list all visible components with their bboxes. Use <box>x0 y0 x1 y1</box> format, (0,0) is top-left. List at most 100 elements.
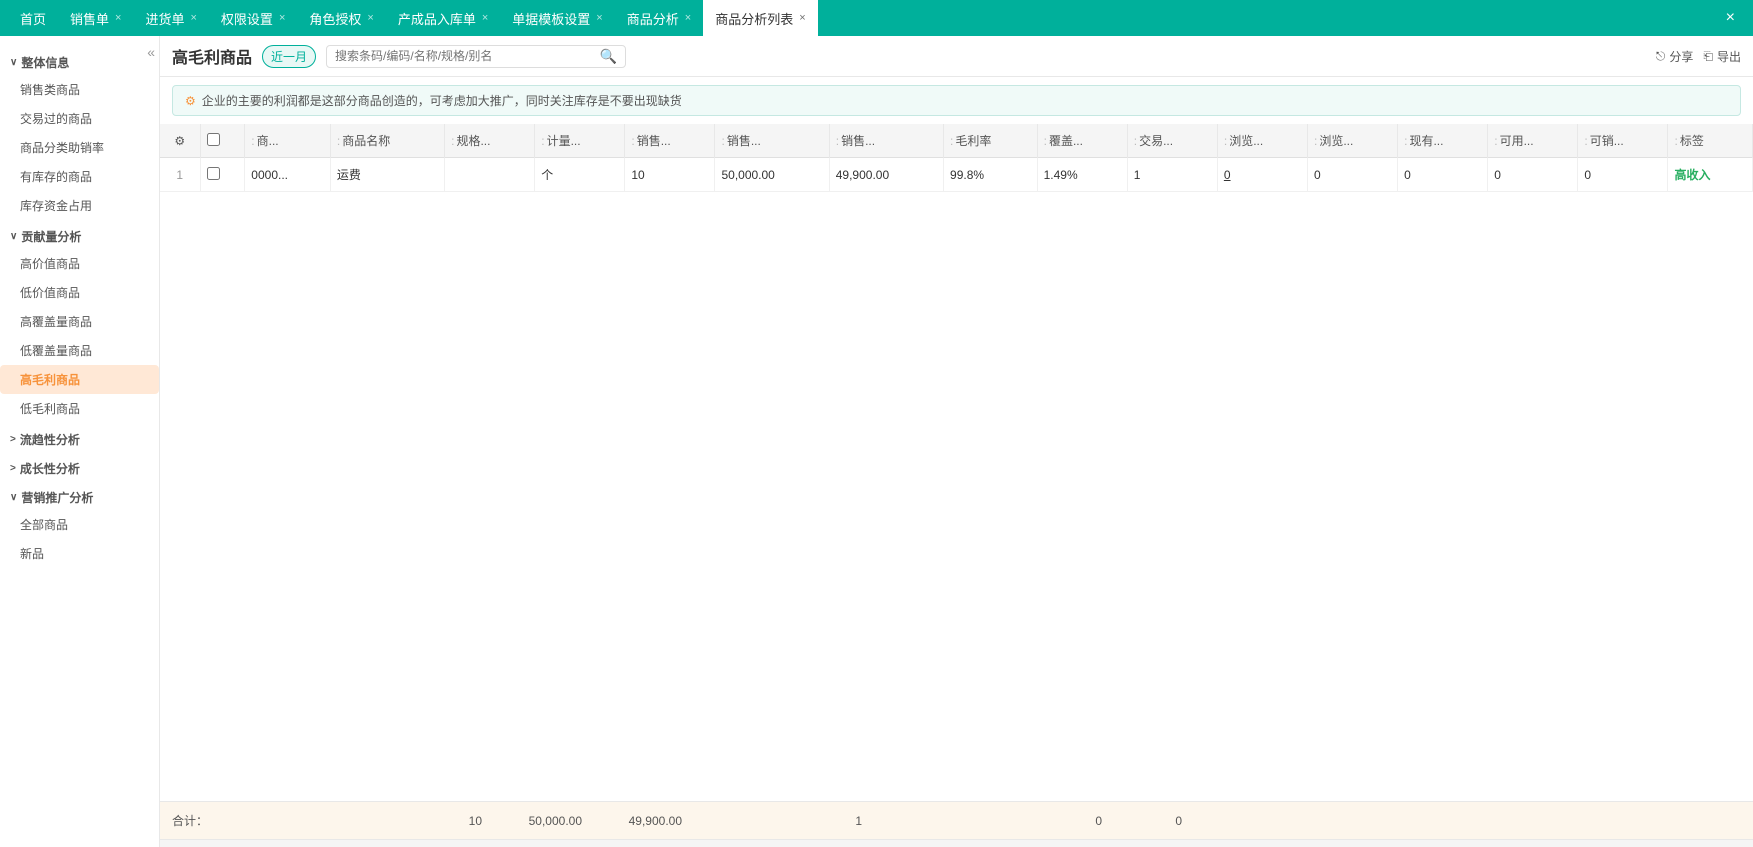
sidebar-section-整体信息[interactable]: ∨整体信息 <box>0 46 159 75</box>
search-icon[interactable]: 🔍 <box>600 48 617 65</box>
sidebar-item-高价值商品[interactable]: 高价值商品 <box>0 249 159 278</box>
sidebar-item-有库存的商品[interactable]: 有库存的商品 <box>0 162 159 191</box>
section-arrow-icon: ∨ <box>10 492 17 503</box>
content-area: 高毛利商品 近一月 🔍 ⎋ 分享 ⎗ 导出 ⚙ 企业的主要的利润都是这部分商品创… <box>160 36 1753 847</box>
sidebar-item-全部商品[interactable]: 全部商品 <box>0 510 159 539</box>
settings-icon[interactable]: ⚙ <box>174 134 185 148</box>
share-btn[interactable]: ⎋ 分享 <box>1656 48 1694 65</box>
search-input[interactable] <box>335 49 600 63</box>
col-header-available[interactable]: :可用... <box>1488 124 1578 158</box>
section-arrow-icon: ∨ <box>10 57 17 68</box>
col-header-browse2[interactable]: :浏览... <box>1307 124 1397 158</box>
table-header: ⚙:商...:商品名称:规格...:计量...:销售...:销售...:销售..… <box>160 124 1753 158</box>
cell-browse1[interactable]: 0 <box>1217 158 1307 192</box>
col-header-num[interactable]: ⚙ <box>160 124 200 158</box>
nav-item-商品分析[interactable]: 商品分析× <box>615 0 703 36</box>
cell-available: 0 <box>1488 158 1578 192</box>
row-checkbox[interactable] <box>207 167 220 180</box>
col-header-name[interactable]: :商品名称 <box>330 124 444 158</box>
header-actions: ⎋ 分享 ⎗ 导出 <box>1656 48 1741 65</box>
footer-totals: 合计： 10 50,000.00 49,900.00 1 0 0 <box>160 801 1753 839</box>
close-tab-icon[interactable]: × <box>596 12 602 24</box>
close-tab-icon[interactable]: × <box>190 12 196 24</box>
footer-sales-amt: 50,000.00 <box>488 814 588 828</box>
footer-trade: 1 <box>788 814 868 828</box>
nav-item-销售单[interactable]: 销售单× <box>58 0 133 36</box>
footer-sales-qty: 10 <box>428 814 488 828</box>
nav-item-首页[interactable]: 首页 <box>8 0 58 36</box>
nav-item-产成品入库单[interactable]: 产成品入库单× <box>386 0 500 36</box>
col-sep-icon: : <box>950 134 953 148</box>
close-tab-icon[interactable]: × <box>279 12 285 24</box>
cell-num: 1 <box>160 158 200 192</box>
bottom-scrollbar[interactable] <box>160 839 1753 847</box>
sidebar-item-销售类商品[interactable]: 销售类商品 <box>0 75 159 104</box>
sidebar-item-低价值商品[interactable]: 低价值商品 <box>0 278 159 307</box>
close-tab-icon[interactable]: × <box>799 12 805 24</box>
cell-saleable: 0 <box>1578 158 1668 192</box>
col-header-code[interactable]: :商... <box>245 124 331 158</box>
nav-item-角色授权[interactable]: 角色授权× <box>297 0 385 36</box>
sidebar-section-营销推广分析[interactable]: ∨营销推广分析 <box>0 481 159 510</box>
col-header-current[interactable]: :现有... <box>1398 124 1488 158</box>
close-tab-icon[interactable]: × <box>685 12 691 24</box>
data-table: ⚙:商...:商品名称:规格...:计量...:销售...:销售...:销售..… <box>160 124 1753 192</box>
sidebar-item-商品分类助销率[interactable]: 商品分类助销率 <box>0 133 159 162</box>
nav-item-商品分析列表[interactable]: 商品分析列表× <box>703 0 817 36</box>
browse-link[interactable]: 0 <box>1224 168 1231 182</box>
col-header-sales_profit[interactable]: :销售... <box>829 124 943 158</box>
col-header-trade[interactable]: :交易... <box>1127 124 1217 158</box>
sidebar-item-新品[interactable]: 新品 <box>0 539 159 568</box>
cell-trade: 1 <box>1127 158 1217 192</box>
sidebar-section-流趋性分析[interactable]: >流趋性分析 <box>0 423 159 452</box>
col-header-saleable[interactable]: :可销... <box>1578 124 1668 158</box>
sidebar-item-低覆盖量商品[interactable]: 低覆盖量商品 <box>0 336 159 365</box>
sidebar-collapse-btn[interactable]: « <box>147 44 155 60</box>
close-tab-icon[interactable]: × <box>482 12 488 24</box>
select-all-checkbox[interactable] <box>207 133 220 146</box>
export-btn[interactable]: ⎗ 导出 <box>1703 48 1741 65</box>
table-body: 10000...运费个1050,000.0049,900.0099.8%1.49… <box>160 158 1753 192</box>
cell-code[interactable]: 0000... <box>245 158 331 192</box>
col-sep-icon: : <box>1494 134 1497 148</box>
col-header-sales_amt[interactable]: :销售... <box>715 124 829 158</box>
col-sep-icon: : <box>451 134 454 148</box>
cell-margin_rate: 99.8% <box>944 158 1038 192</box>
close-all-tabs[interactable]: × <box>1716 9 1745 27</box>
cell-sales_amt: 50,000.00 <box>715 158 829 192</box>
col-header-coverage[interactable]: :覆盖... <box>1037 124 1127 158</box>
sidebar-item-交易过的商品[interactable]: 交易过的商品 <box>0 104 159 133</box>
col-header-check[interactable] <box>200 124 245 158</box>
col-header-margin_rate[interactable]: :毛利率 <box>944 124 1038 158</box>
col-sep-icon: : <box>337 134 340 148</box>
col-header-spec[interactable]: :规格... <box>445 124 535 158</box>
close-tab-icon[interactable]: × <box>367 12 373 24</box>
nav-item-进货单[interactable]: 进货单× <box>133 0 208 36</box>
col-header-unit[interactable]: :计量... <box>535 124 625 158</box>
sidebar-item-高毛利商品[interactable]: 高毛利商品 <box>0 365 159 394</box>
col-header-tag[interactable]: :标签 <box>1668 124 1753 158</box>
col-header-browse1[interactable]: :浏览... <box>1217 124 1307 158</box>
col-sep-icon: : <box>631 134 634 148</box>
tip-banner: ⚙ 企业的主要的利润都是这部分商品创造的，可考虑加大推广，同时关注库存是不要出现… <box>172 85 1741 116</box>
section-arrow-icon: > <box>10 434 16 445</box>
tip-text: 企业的主要的利润都是这部分商品创造的，可考虑加大推广，同时关注库存是不要出现缺货 <box>202 92 682 109</box>
sidebar-section-成长性分析[interactable]: >成长性分析 <box>0 452 159 481</box>
filter-recent-month-btn[interactable]: 近一月 <box>262 45 316 68</box>
nav-item-权限设置[interactable]: 权限设置× <box>209 0 297 36</box>
page-title: 高毛利商品 <box>172 44 252 68</box>
cell-coverage: 1.49% <box>1037 158 1127 192</box>
footer-empty1 <box>228 814 428 828</box>
data-table-wrapper: ⚙:商...:商品名称:规格...:计量...:销售...:销售...:销售..… <box>160 124 1753 801</box>
close-tab-icon[interactable]: × <box>115 12 121 24</box>
col-header-sales_qty[interactable]: :销售... <box>625 124 715 158</box>
table-row: 10000...运费个1050,000.0049,900.0099.8%1.49… <box>160 158 1753 192</box>
sidebar-item-高覆盖量商品[interactable]: 高覆盖量商品 <box>0 307 159 336</box>
cell-name[interactable]: 运费 <box>330 158 444 192</box>
sidebar-section-贡献量分析[interactable]: ∨贡献量分析 <box>0 220 159 249</box>
col-sep-icon: : <box>1314 134 1317 148</box>
nav-item-单据模板设置[interactable]: 单据模板设置× <box>500 0 614 36</box>
sidebar-item-低毛利商品[interactable]: 低毛利商品 <box>0 394 159 423</box>
sidebar-item-库存资金占用[interactable]: 库存资金占用 <box>0 191 159 220</box>
col-sep-icon: : <box>721 134 724 148</box>
